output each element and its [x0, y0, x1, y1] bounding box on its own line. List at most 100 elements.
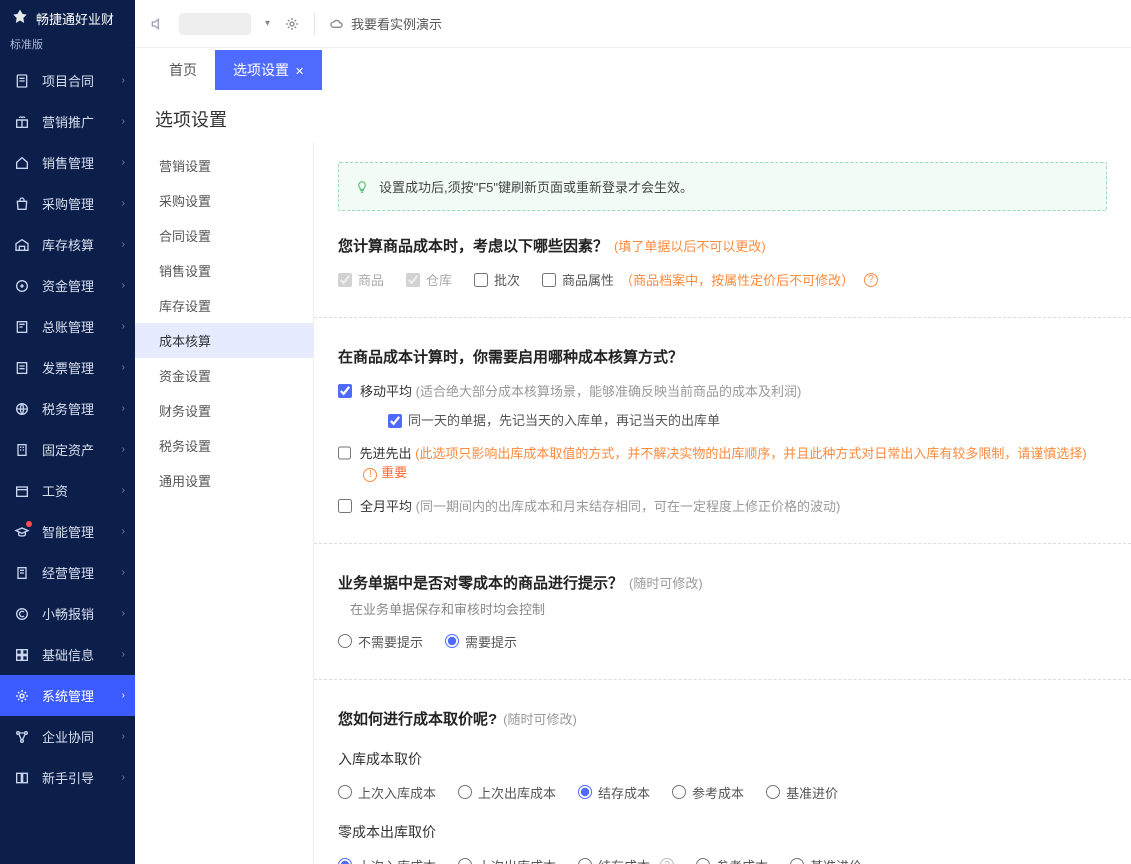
question-text: 在商品成本计算时，你需要启用哪种成本核算方式？: [338, 346, 1107, 367]
radio-out-ref[interactable]: 参考成本: [696, 856, 768, 864]
sidebar-item-label: 小畅报销: [42, 604, 94, 623]
checkbox-warehouse: 仓库: [406, 270, 452, 289]
close-icon[interactable]: ✕: [295, 66, 304, 78]
radio-input[interactable]: [458, 858, 472, 864]
chevron-down-icon[interactable]: ▾: [265, 18, 270, 29]
chevron-right-icon: ›: [122, 649, 125, 660]
submenu-item-sales[interactable]: 销售设置: [135, 253, 313, 288]
page-tabs: 首页 选项设置✕: [135, 48, 1131, 92]
radio-input[interactable]: [338, 634, 352, 648]
sidebar-item-sales[interactable]: 销售管理›: [0, 142, 135, 183]
radio-input[interactable]: [578, 785, 592, 799]
checkbox-input[interactable]: [338, 446, 351, 460]
settings-submenu: 营销设置 采购设置 合同设置 销售设置 库存设置 成本核算 资金设置 财务设置 …: [135, 142, 313, 864]
sidebar-item-collab[interactable]: 企业协同›: [0, 716, 135, 757]
radio-out-last-in[interactable]: 上次入库成本: [338, 856, 436, 864]
radio-input[interactable]: [338, 858, 352, 864]
section-cost-pricing: 您如何进行成本取价呢?(随时可修改) 入库成本取价 上次入库成本 上次出库成本 …: [314, 679, 1131, 864]
radio-input[interactable]: [672, 785, 686, 799]
method-note: (适合绝大部分成本核算场景，能够准确反映当前商品的成本及利润): [416, 384, 802, 399]
sidebar-item-business[interactable]: 经营管理›: [0, 552, 135, 593]
submenu-item-marketing[interactable]: 营销设置: [135, 148, 313, 183]
org-selector[interactable]: [179, 13, 251, 35]
radio-out-base[interactable]: 基准进价: [790, 856, 862, 864]
checkbox-attr[interactable]: 商品属性（商品档案中，按属性定价后不可修改）?: [542, 270, 878, 289]
sidebar-item-marketing[interactable]: 营销推广›: [0, 101, 135, 142]
radio-in-base[interactable]: 基准进价: [766, 783, 838, 802]
sidebar-item-project-contract[interactable]: 项目合同›: [0, 60, 135, 101]
question-text: 业务单据中是否对零成本的商品进行提示？: [338, 575, 623, 592]
document-icon: [14, 73, 30, 89]
sidebar-item-fixed-assets[interactable]: 固定资产›: [0, 429, 135, 470]
checkbox-input[interactable]: [338, 499, 352, 513]
radio-in-ref[interactable]: 参考成本: [672, 783, 744, 802]
sidebar-nav: 项目合同› 营销推广› 销售管理› 采购管理› 库存核算› 资金管理› 总账管理…: [0, 60, 135, 864]
checkbox-input[interactable]: [474, 273, 488, 287]
sidebar-item-expense[interactable]: 小畅报销›: [0, 593, 135, 634]
sidebar-item-basic-info[interactable]: 基础信息›: [0, 634, 135, 675]
checkbox-input[interactable]: [388, 414, 402, 428]
tab-options[interactable]: 选项设置✕: [215, 50, 322, 90]
radio-input[interactable]: [458, 785, 472, 799]
sidebar-item-purchase[interactable]: 采购管理›: [0, 183, 135, 224]
radio-input[interactable]: [766, 785, 780, 799]
radio-input[interactable]: [338, 785, 352, 799]
sidebar-item-smart[interactable]: 智能管理›: [0, 511, 135, 552]
sidebar-item-salary[interactable]: 工资›: [0, 470, 135, 511]
demo-label: 我要看实例演示: [351, 14, 442, 33]
globe-icon: [14, 401, 30, 417]
sidebar-item-guide[interactable]: 新手引导›: [0, 757, 135, 798]
sidebar-item-tax[interactable]: 税务管理›: [0, 388, 135, 429]
checkbox-input: [406, 273, 420, 287]
submenu-item-tax[interactable]: 税务设置: [135, 428, 313, 463]
radio-in-balance[interactable]: 结存成本: [578, 783, 650, 802]
radio-input[interactable]: [578, 858, 592, 864]
submenu-item-purchase[interactable]: 采购设置: [135, 183, 313, 218]
radio-input[interactable]: [445, 634, 459, 648]
sidebar-item-label: 税务管理: [42, 399, 94, 418]
sidebar-item-label: 项目合同: [42, 71, 94, 90]
submenu-item-fund[interactable]: 资金设置: [135, 358, 313, 393]
settings-icon[interactable]: [284, 16, 300, 32]
checkbox-monthly-avg[interactable]: 全月平均 (同一期间内的出库成本和月末结存相同，可在一定程度上修正价格的波动): [338, 496, 1107, 515]
submenu-item-inventory[interactable]: 库存设置: [135, 288, 313, 323]
sidebar-item-ledger[interactable]: 总账管理›: [0, 306, 135, 347]
notification-dot-icon: [26, 521, 32, 527]
demo-link[interactable]: 我要看实例演示: [329, 14, 442, 33]
info-icon[interactable]: ?: [864, 273, 878, 287]
speaker-icon[interactable]: [149, 16, 165, 32]
bag-icon: [14, 196, 30, 212]
sidebar-item-label: 智能管理: [42, 522, 94, 541]
question-subhint: 在业务单据保存和审核时均会控制: [350, 599, 1107, 618]
tab-home[interactable]: 首页: [151, 50, 215, 90]
radio-out-last-out[interactable]: 上次出库成本: [458, 856, 556, 864]
radio-in-last-out[interactable]: 上次出库成本: [458, 783, 556, 802]
radio-in-last-in[interactable]: 上次入库成本: [338, 783, 436, 802]
radio-input[interactable]: [696, 858, 710, 864]
sidebar-item-invoice[interactable]: 发票管理›: [0, 347, 135, 388]
submenu-item-general[interactable]: 通用设置: [135, 463, 313, 498]
checkbox-moving-avg[interactable]: 移动平均 (适合绝大部分成本核算场景，能够准确反映当前商品的成本及利润) 同一天…: [338, 381, 1107, 429]
info-icon[interactable]: ?: [660, 858, 674, 864]
book-open-icon: [14, 770, 30, 786]
building-icon: [14, 442, 30, 458]
radio-out-balance[interactable]: 结存成本?: [578, 856, 674, 864]
sidebar-item-label: 发票管理: [42, 358, 94, 377]
brand-title: 畅捷通好业财: [36, 9, 114, 28]
radio-need-prompt[interactable]: 需要提示: [445, 632, 517, 651]
submenu-item-cost[interactable]: 成本核算: [135, 323, 313, 358]
radio-input[interactable]: [790, 858, 804, 864]
submenu-item-finance[interactable]: 财务设置: [135, 393, 313, 428]
sidebar-item-finance[interactable]: 资金管理›: [0, 265, 135, 306]
radio-no-prompt[interactable]: 不需要提示: [338, 632, 423, 651]
checkbox-input[interactable]: [542, 273, 556, 287]
checkbox-same-day[interactable]: 同一天的单据，先记当天的入库单，再记当天的出库单: [388, 410, 720, 429]
warning-icon[interactable]: !: [363, 468, 377, 482]
sidebar-item-inventory[interactable]: 库存核算›: [0, 224, 135, 265]
checkbox-label: 同一天的单据，先记当天的入库单，再记当天的出库单: [408, 410, 720, 429]
checkbox-input[interactable]: [338, 384, 352, 398]
submenu-item-contract[interactable]: 合同设置: [135, 218, 313, 253]
checkbox-fifo[interactable]: 先进先出 (此选项只影响出库成本取值的方式，并不解决实物的出库顺序，并且此种方式…: [338, 443, 1107, 482]
checkbox-batch[interactable]: 批次: [474, 270, 520, 289]
sidebar-item-system[interactable]: 系统管理›: [0, 675, 135, 716]
